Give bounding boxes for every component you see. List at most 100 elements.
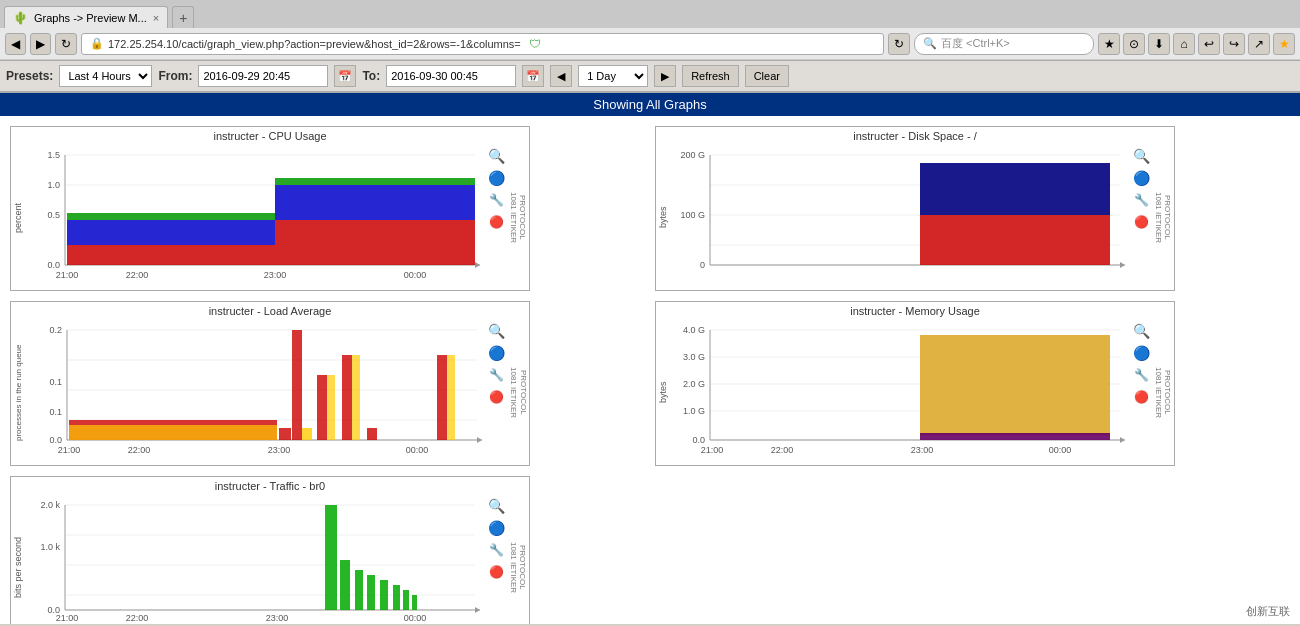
svg-rect-98 [393,585,400,610]
traffic-y-label: bits per second [11,495,25,624]
to-calendar-icon[interactable]: 📅 [522,65,544,87]
memory-sidebar-label: PROTOCOL1081 IETIKER [1152,320,1173,465]
svg-text:0.0: 0.0 [692,435,705,445]
share-icon[interactable]: ↗ [1248,33,1270,55]
cpu-edit-icon[interactable]: 🔧 [487,191,505,209]
to-input[interactable] [386,65,516,87]
svg-marker-11 [475,262,480,268]
memory-controls: 🔍 🔵 🔧 🔴 [1130,320,1152,465]
history-icon[interactable]: ⊙ [1123,33,1145,55]
presets-select[interactable]: Last 4 Hours [59,65,152,87]
tab-close-icon[interactable]: × [153,12,159,24]
traffic-graph-panel: instructer - Traffic - br0 bits per seco… [10,476,530,624]
traffic-delete-icon[interactable]: 🔴 [487,563,505,581]
watermark-text: 创新互联 [1246,605,1290,617]
memory-graph-area: bytes 4.0 G 3.0 G 2.0 G 1.0 G 0.0 [656,320,1174,465]
from-calendar-icon[interactable]: 📅 [334,65,356,87]
load-zoom-icon[interactable]: 🔍 [488,322,506,340]
bookmark-star-icon[interactable]: ★ [1273,33,1295,55]
cpu-graph-area: percent 1.5 1.0 0.5 0.0 [11,145,529,290]
load-graph-panel: instructer - Load Average processes in t… [10,301,530,466]
memory-info-icon[interactable]: 🔵 [1132,344,1150,362]
load-edit-icon[interactable]: 🔧 [488,366,506,384]
left-arrow-icon[interactable]: ◀ [550,65,572,87]
svg-text:4.0 G: 4.0 G [683,325,705,335]
svg-text:0.0: 0.0 [49,435,62,445]
reload-button[interactable]: ↻ [55,33,77,55]
home-icon[interactable]: ⌂ [1173,33,1195,55]
from-input[interactable] [198,65,328,87]
cpu-graph-svg: 1.5 1.0 0.5 0.0 [25,145,485,285]
svg-rect-58 [447,355,455,440]
disk-edit-icon[interactable]: 🔧 [1132,191,1150,209]
traffic-edit-icon[interactable]: 🔧 [487,541,505,559]
svg-text:22:00: 22:00 [128,445,151,455]
disk-sidebar-label: PROTOCOL1081 IETIKER [1152,145,1173,290]
svg-rect-93 [325,505,337,610]
cpu-zoom-icon[interactable]: 🔍 [487,147,505,165]
svg-text:00:00: 00:00 [406,445,429,455]
memory-edit-icon[interactable]: 🔧 [1132,366,1150,384]
traffic-graph-area: bits per second 2.0 k 1.0 k 0.0 [11,495,529,624]
svg-text:00:00: 00:00 [404,270,427,280]
svg-text:0.1: 0.1 [49,377,62,387]
back2-icon[interactable]: ↩ [1198,33,1220,55]
back-icon: ◀ [11,37,20,51]
timespan-select[interactable]: 1 Day [578,65,648,87]
svg-rect-50 [292,330,302,440]
svg-marker-92 [475,607,480,613]
svg-text:1.5: 1.5 [47,150,60,160]
forward-button[interactable]: ▶ [30,33,51,55]
svg-text:00:00: 00:00 [1049,445,1072,455]
cpu-info-icon[interactable]: 🔵 [487,169,505,187]
svg-text:23:00: 23:00 [266,613,289,623]
tab-favicon: 🌵 [13,11,28,25]
disk-zoom-icon[interactable]: 🔍 [1132,147,1150,165]
svg-text:21:00: 21:00 [58,445,81,455]
load-info-icon[interactable]: 🔵 [488,344,506,362]
svg-text:23:00: 23:00 [268,445,291,455]
load-graph-area: processes in the run queue 0.2 0.1 0.1 0… [11,320,529,465]
right-arrow-icon[interactable]: ▶ [654,65,676,87]
disk-delete-icon[interactable]: 🔴 [1132,213,1150,231]
memory-delete-icon[interactable]: 🔴 [1132,388,1150,406]
svg-rect-15 [67,220,275,245]
address-bar[interactable]: 🔒 172.25.254.10/cacti/graph_view.php?act… [81,33,884,55]
memory-graph-title: instructer - Memory Usage [656,302,1174,320]
svg-text:21:00: 21:00 [56,613,79,623]
load-graph-svg: 0.2 0.1 0.1 0.0 [27,320,486,460]
active-tab[interactable]: 🌵 Graphs -> Preview M... × [4,6,168,28]
disk-y-label: bytes [656,145,670,290]
memory-graph-svg: 4.0 G 3.0 G 2.0 G 1.0 G 0.0 21:00 22: [670,320,1130,460]
download-icon[interactable]: ⬇ [1148,33,1170,55]
svg-rect-57 [437,355,447,440]
svg-rect-12 [275,220,475,265]
traffic-info-icon[interactable]: 🔵 [487,519,505,537]
graphs-grid: instructer - CPU Usage percent 1.5 1.0 0… [0,116,1300,624]
new-tab-button[interactable]: + [172,6,194,28]
load-delete-icon[interactable]: 🔴 [488,388,506,406]
disk-info-icon[interactable]: 🔵 [1132,169,1150,187]
cpu-y-label: percent [11,145,25,290]
search-bar[interactable]: 🔍 百度 <Ctrl+K> [914,33,1094,55]
disk-controls: 🔍 🔵 🔧 🔴 [1130,145,1152,290]
svg-text:0.0: 0.0 [47,260,60,270]
svg-rect-52 [317,375,327,440]
reload-page-button[interactable]: ↻ [888,33,910,55]
memory-y-label: bytes [656,320,670,465]
memory-zoom-icon[interactable]: 🔍 [1132,322,1150,340]
cpu-delete-icon[interactable]: 🔴 [487,213,505,231]
disk-graph-container: instructer - Disk Space - / bytes 200 G … [655,126,1290,291]
back-button[interactable]: ◀ [5,33,26,55]
refresh-button[interactable]: Refresh [682,65,739,87]
load-y-label: processes in the run queue [11,320,27,465]
svg-text:21:00: 21:00 [701,445,724,455]
bookmarks-icon[interactable]: ★ [1098,33,1120,55]
shield-icon: 🛡 [529,37,541,51]
forward2-icon[interactable]: ↪ [1223,33,1245,55]
svg-text:2.0 G: 2.0 G [683,379,705,389]
svg-rect-94 [340,560,350,610]
clear-button[interactable]: Clear [745,65,789,87]
svg-rect-76 [920,335,1110,435]
traffic-zoom-icon[interactable]: 🔍 [487,497,505,515]
